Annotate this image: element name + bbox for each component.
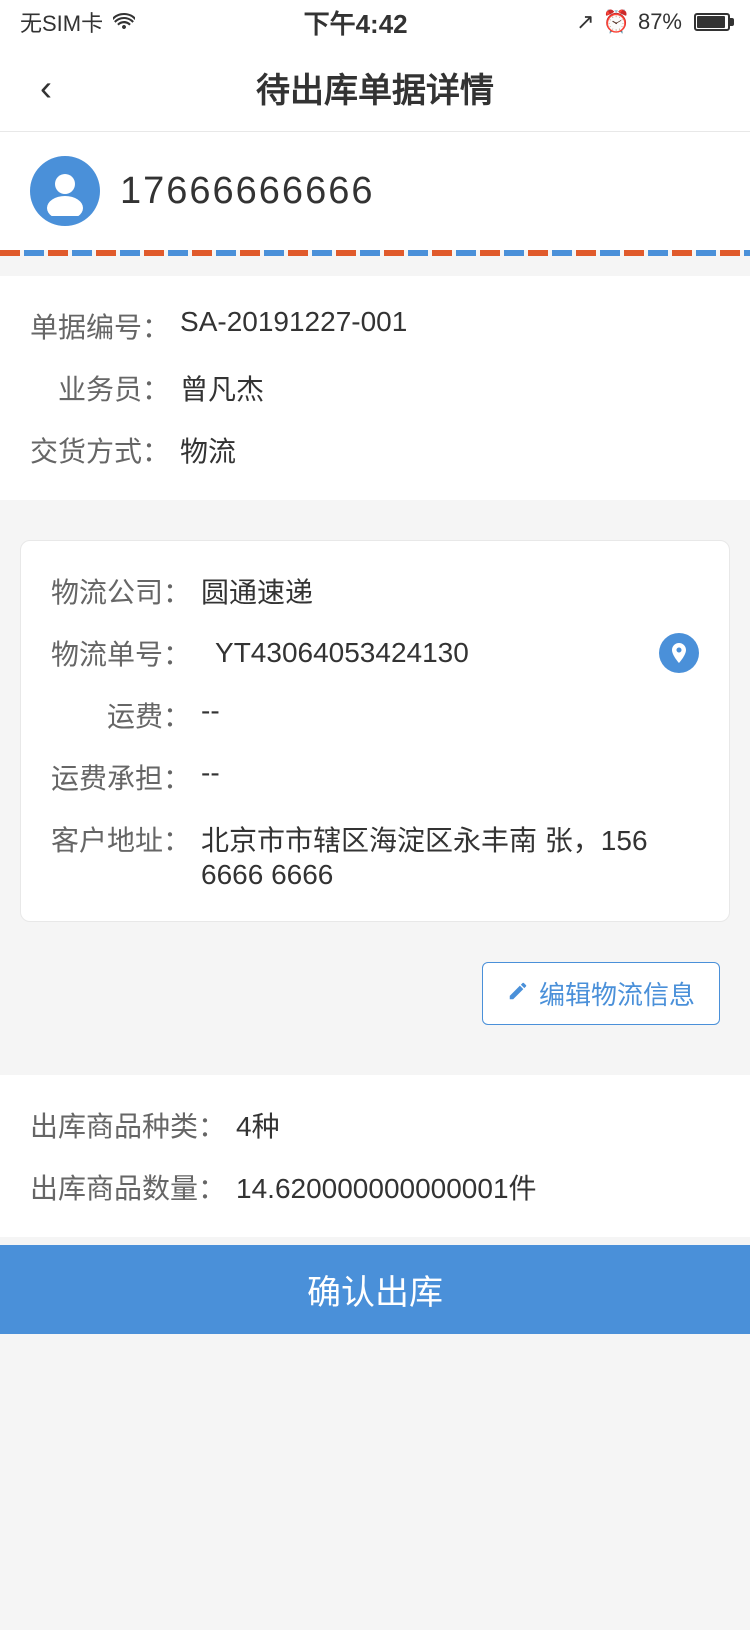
freight-label: 运费：: [51, 695, 191, 735]
section-gap-2: [0, 1035, 750, 1055]
salesman-row: 业务员： 曾凡杰: [30, 368, 720, 408]
delivery-value: 物流: [170, 430, 720, 470]
logistics-section: 物流公司： 圆通速递 物流单号： YT43064053424130 运费： --…: [20, 540, 730, 922]
freight-bearer-row: 运费承担： --: [51, 757, 699, 797]
goods-quantity-label: 出库商品数量：: [30, 1167, 226, 1207]
wifi-icon: [113, 9, 135, 35]
user-phone: 17666666666: [120, 170, 374, 213]
freight-value: --: [191, 695, 699, 727]
salesman-value: 曾凡杰: [170, 368, 720, 408]
gps-icon: ↗: [576, 9, 594, 35]
battery-text: 87%: [638, 9, 682, 35]
confirm-button[interactable]: 确认出库: [30, 1265, 720, 1314]
salesman-label: 业务员：: [30, 368, 170, 408]
alarm-icon: ⏰: [603, 9, 630, 35]
delivery-row: 交货方式： 物流: [30, 430, 720, 470]
user-header: 17666666666: [0, 132, 750, 250]
status-bar: 无SIM卡 下午4:42 ↗ ⏰ 87%: [0, 0, 750, 44]
tracking-label: 物流单号：: [51, 633, 191, 673]
edit-logistics-label: 编辑物流信息: [539, 975, 695, 1012]
delivery-label: 交货方式：: [30, 430, 170, 470]
order-no-label: 单据编号：: [30, 306, 170, 346]
freight-bearer-value: --: [191, 757, 699, 789]
battery-icon: [694, 13, 730, 31]
edit-icon: [507, 978, 529, 1009]
section-gap-1: [0, 500, 750, 520]
basic-info-section: 单据编号： SA-20191227-001 业务员： 曾凡杰 交货方式： 物流: [0, 276, 750, 500]
address-label: 客户地址：: [51, 819, 191, 859]
dashed-divider: [0, 250, 750, 256]
company-row: 物流公司： 圆通速递: [51, 571, 699, 611]
edit-btn-row: 编辑物流信息: [0, 942, 750, 1035]
edit-logistics-button[interactable]: 编辑物流信息: [482, 962, 720, 1025]
location-icon[interactable]: [659, 633, 699, 673]
avatar: [30, 156, 100, 226]
status-left: 无SIM卡: [20, 6, 135, 38]
order-no-row: 单据编号： SA-20191227-001: [30, 306, 720, 346]
nav-bar: ‹ 待出库单据详情: [0, 44, 750, 132]
back-button[interactable]: ‹: [30, 57, 62, 119]
time-display: 下午4:42: [304, 4, 408, 41]
company-value: 圆通速递: [191, 571, 699, 611]
address-value: 北京市市辖区海淀区永丰南 张，156 6666 6666: [191, 819, 699, 891]
company-label: 物流公司：: [51, 571, 191, 611]
tracking-value: YT43064053424130: [205, 637, 645, 669]
carrier-text: 无SIM卡: [20, 6, 103, 38]
goods-types-value: 4种: [226, 1105, 720, 1145]
tracking-row: 物流单号： YT43064053424130: [51, 633, 699, 673]
goods-types-row: 出库商品种类： 4种: [30, 1105, 720, 1145]
confirm-btn-wrapper: 确认出库: [0, 1245, 750, 1334]
freight-bearer-label: 运费承担：: [51, 757, 191, 797]
order-no-value: SA-20191227-001: [170, 306, 720, 338]
goods-section: 出库商品种类： 4种 出库商品数量： 14.620000000000001件: [0, 1075, 750, 1237]
freight-row: 运费： --: [51, 695, 699, 735]
bottom-spacer: [0, 1330, 750, 1530]
address-row: 客户地址： 北京市市辖区海淀区永丰南 张，156 6666 6666: [51, 819, 699, 891]
goods-quantity-row: 出库商品数量： 14.620000000000001件: [30, 1167, 720, 1207]
goods-types-label: 出库商品种类：: [30, 1105, 226, 1145]
page-title: 待出库单据详情: [256, 63, 494, 112]
goods-quantity-value: 14.620000000000001件: [226, 1167, 720, 1207]
status-right: ↗ ⏰ 87%: [576, 9, 730, 35]
